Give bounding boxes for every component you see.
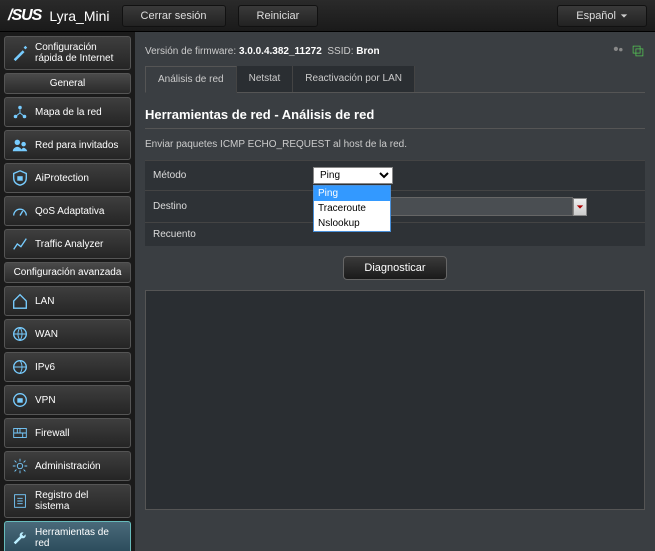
shield-icon [11, 169, 29, 187]
method-option-nslookup[interactable]: Nslookup [314, 216, 390, 231]
method-select[interactable]: Ping [313, 167, 393, 184]
sidebar-label: AiProtection [35, 173, 89, 184]
sidebar-label: Herramientas de red [35, 527, 124, 549]
sidebar-label: Traffic Analyzer [35, 239, 103, 250]
chart-icon [11, 235, 29, 253]
firmware-version: 3.0.0.4.382_11272 [239, 46, 322, 57]
method-option-traceroute[interactable]: Traceroute [314, 201, 390, 216]
sidebar-label: Firewall [35, 428, 69, 439]
brand-logo: /SUS [8, 7, 41, 25]
sidebar-label: LAN [35, 296, 54, 307]
sidebar-label: VPN [35, 395, 56, 406]
refresh-icon[interactable] [631, 44, 645, 58]
method-dropdown: Ping Traceroute Nslookup [313, 185, 391, 232]
method-option-ping[interactable]: Ping [314, 186, 390, 201]
vpn-icon [11, 391, 29, 409]
output-area [145, 290, 645, 510]
method-label: Método [153, 170, 313, 181]
firewall-icon [11, 424, 29, 442]
sidebar-item-guest-network[interactable]: Red para invitados [4, 130, 131, 160]
ssid-value: Bron [356, 46, 379, 57]
home-icon [11, 292, 29, 310]
sidebar-item-syslog[interactable]: Registro del sistema [4, 484, 131, 518]
users-icon[interactable] [611, 44, 625, 58]
tab-network-analysis[interactable]: Análisis de red [145, 66, 237, 93]
chevron-down-icon [576, 203, 584, 211]
guest-icon [11, 136, 29, 154]
gear-icon [11, 457, 29, 475]
sidebar-item-admin[interactable]: Administración [4, 451, 131, 481]
sidebar-label: IPv6 [35, 362, 55, 373]
network-map-icon [11, 103, 29, 121]
sidebar-item-vpn[interactable]: VPN [4, 385, 131, 415]
sidebar-item-lan[interactable]: LAN [4, 286, 131, 316]
page-description: Enviar paquetes ICMP ECHO_REQUEST al hos… [145, 139, 645, 150]
sidebar-label: Red para invitados [35, 140, 118, 151]
sidebar-item-ipv6[interactable]: IPv6 [4, 352, 131, 382]
advanced-header: Configuración avanzada [4, 262, 131, 283]
quick-setup-button[interactable]: Configuración rápida de Internet [4, 36, 131, 70]
sidebar-label: Mapa de la red [35, 107, 102, 118]
restart-button[interactable]: Reiniciar [238, 5, 319, 27]
main-content: Versión de firmware: 3.0.0.4.382_11272 S… [135, 32, 655, 551]
wand-icon [11, 44, 29, 62]
sidebar-item-firewall[interactable]: Firewall [4, 418, 131, 448]
sidebar-item-wan[interactable]: WAN [4, 319, 131, 349]
sidebar-item-qos[interactable]: QoS Adaptativa [4, 196, 131, 226]
gauge-icon [11, 202, 29, 220]
diagnose-button[interactable]: Diagnosticar [343, 256, 446, 280]
globe-icon [11, 358, 29, 376]
tab-netstat[interactable]: Netstat [237, 66, 294, 92]
tools-icon [11, 529, 29, 547]
sidebar-label: Registro del sistema [35, 490, 124, 512]
ssid-label: SSID: [327, 46, 353, 57]
logout-button[interactable]: Cerrar sesión [122, 5, 226, 27]
page-title: Herramientas de red - Análisis de red [145, 107, 645, 122]
sidebar-item-network-tools[interactable]: Herramientas de red [4, 521, 131, 551]
general-header: General [4, 73, 131, 94]
tab-wol[interactable]: Reactivación por LAN [293, 66, 415, 92]
quick-setup-label: Configuración rápida de Internet [35, 42, 124, 64]
count-label: Recuento [153, 229, 313, 240]
product-name: Lyra_Mini [49, 8, 109, 24]
log-icon [11, 492, 29, 510]
globe-icon [11, 325, 29, 343]
sidebar-item-aiprotection[interactable]: AiProtection [4, 163, 131, 193]
sidebar-item-network-map[interactable]: Mapa de la red [4, 97, 131, 127]
sidebar-label: Administración [35, 461, 101, 472]
sidebar: Configuración rápida de Internet General… [0, 32, 135, 551]
firmware-label: Versión de firmware: [145, 46, 236, 57]
destination-label: Destino [153, 201, 313, 212]
language-label: Español [576, 10, 616, 22]
sidebar-label: QoS Adaptativa [35, 206, 105, 217]
tabs: Análisis de red Netstat Reactivación por… [145, 66, 645, 93]
sidebar-item-traffic[interactable]: Traffic Analyzer [4, 229, 131, 259]
language-selector[interactable]: Español [557, 5, 647, 27]
destination-dropdown-button[interactable] [573, 198, 587, 216]
sidebar-label: WAN [35, 329, 58, 340]
chevron-down-icon [620, 12, 628, 20]
